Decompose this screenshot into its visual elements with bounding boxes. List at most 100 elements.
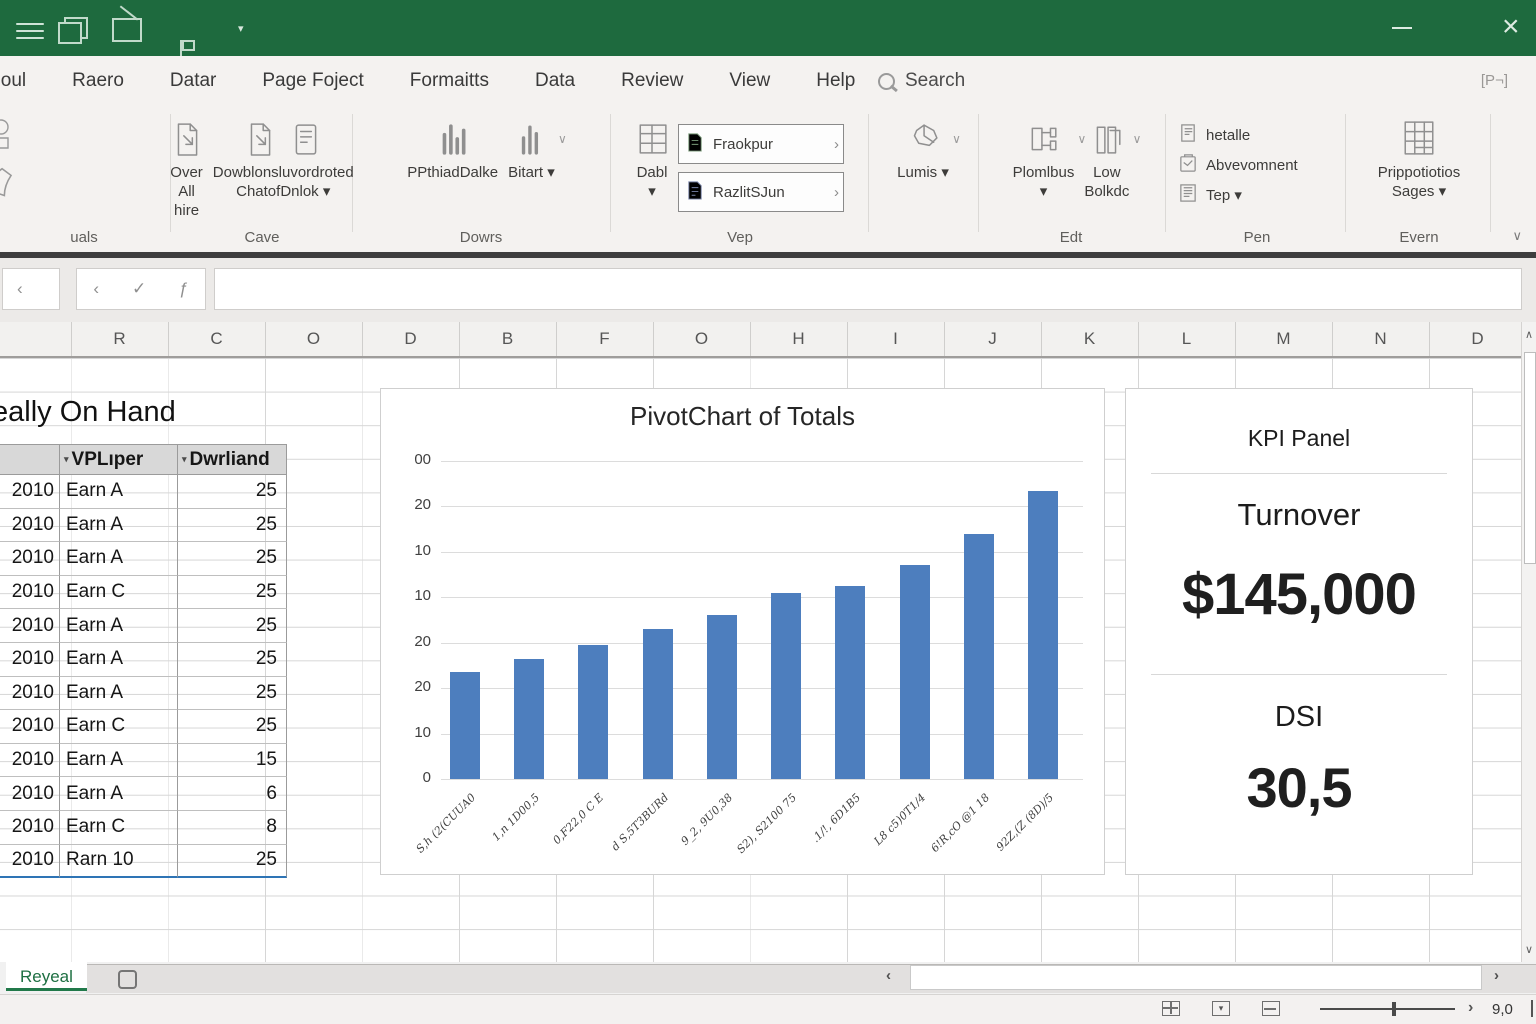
- menu-tab-view[interactable]: View: [729, 70, 770, 92]
- zoom-slider-handle[interactable]: [1392, 1002, 1396, 1016]
- vertical-scroll-thumb[interactable]: [1524, 352, 1536, 564]
- horizontal-scroll-track[interactable]: [910, 965, 1482, 990]
- column-header-N-13[interactable]: N: [1332, 322, 1429, 356]
- ribbon-box-razlitsjun[interactable]: RazlitSJun ›: [678, 172, 844, 212]
- column-header-L-11[interactable]: L: [1138, 322, 1235, 356]
- ribbon-button-tep[interactable]: Tep ▾: [1172, 180, 1242, 210]
- ribbon-button-dabl[interactable]: Dabl ▾: [636, 116, 668, 202]
- add-sheet-icon[interactable]: [118, 970, 137, 989]
- column-header-D-14[interactable]: D: [1429, 322, 1526, 356]
- menu-tab-formaitts[interactable]: Formaitts: [410, 70, 489, 92]
- table-cell[interactable]: Rarn 10: [60, 844, 178, 879]
- table-cell[interactable]: 2010: [0, 844, 60, 879]
- copy-icon[interactable]: [58, 17, 88, 44]
- kpi-panel[interactable]: KPI Panel Turnover $145,000 DSI 30,5: [1125, 388, 1473, 875]
- table-cell[interactable]: 25: [178, 609, 287, 643]
- scroll-left-icon[interactable]: ‹: [886, 967, 891, 984]
- table-cell[interactable]: 25: [178, 844, 287, 879]
- table-cell[interactable]: 25: [178, 642, 287, 677]
- menu-tab-dioul[interactable]: dioul: [0, 70, 26, 92]
- table-cell[interactable]: 15: [178, 743, 287, 778]
- ribbon-collapse-icon[interactable]: ∨: [1512, 228, 1522, 244]
- ribbon-button-abvevomnent[interactable]: Abvevomnent: [1172, 150, 1298, 180]
- table-cell[interactable]: 25: [178, 508, 287, 543]
- name-box[interactable]: ‹: [2, 268, 60, 310]
- menu-tab-help[interactable]: Help: [816, 70, 855, 92]
- column-header-F-5[interactable]: F: [556, 322, 653, 356]
- share-button[interactable]: [P¬]: [1481, 72, 1508, 89]
- table-cell[interactable]: 2010: [0, 710, 60, 744]
- sheet-tab-reyeal[interactable]: Reyeal: [6, 962, 87, 991]
- expand-icon[interactable]: ›: [834, 184, 839, 201]
- column-header-K-10[interactable]: K: [1041, 322, 1138, 356]
- table-cell[interactable]: 2010: [0, 676, 60, 711]
- ribbon-button-low-bolkdc[interactable]: Low Bolkdc ∨: [1084, 116, 1141, 202]
- table-cell[interactable]: Earn A: [60, 676, 178, 711]
- table-cell[interactable]: 2010: [0, 508, 60, 543]
- ribbon-button-bitart[interactable]: Bitart ▾ ∨: [508, 116, 567, 183]
- enter-icon[interactable]: ✓: [132, 269, 146, 309]
- table-cell[interactable]: 25: [178, 475, 287, 509]
- table-cell[interactable]: 6: [178, 777, 287, 811]
- table-cell[interactable]: 2010: [0, 475, 60, 509]
- filter-icon[interactable]: ▾: [182, 454, 187, 465]
- ribbon-button-pphiaddalke[interactable]: PPthiadDalke: [407, 116, 498, 183]
- expand-icon[interactable]: ›: [834, 136, 839, 153]
- minimize-button[interactable]: [1392, 17, 1412, 29]
- column-header-J-9[interactable]: J: [944, 322, 1041, 356]
- ribbon-button-lumis-btn[interactable]: Lumis ▾ ∨: [897, 116, 961, 183]
- column-header-O-6[interactable]: O: [653, 322, 750, 356]
- menu-tab-raero[interactable]: Raero: [72, 70, 124, 92]
- column-header-B-4[interactable]: B: [459, 322, 556, 356]
- zoom-level[interactable]: 9,0: [1492, 1001, 1513, 1018]
- ribbon-box-fraokpur[interactable]: Fraokpur ›: [678, 124, 844, 164]
- zoom-slider-track[interactable]: [1320, 1008, 1455, 1010]
- table-cell[interactable]: 25: [178, 575, 287, 610]
- table-cell[interactable]: Earn A: [60, 508, 178, 543]
- table-cell[interactable]: Earn C: [60, 575, 178, 610]
- scroll-down-icon[interactable]: ∨: [1522, 943, 1536, 956]
- ribbon-button-plomlbus[interactable]: Plomlbus ▾ ∨: [1013, 116, 1086, 202]
- pivot-table[interactable]: ▾ VPLıper ▾ Dwrliand 2010 Earn A 25 2010 Earn A2…: [0, 444, 287, 879]
- table-cell[interactable]: Earn C: [60, 710, 178, 744]
- close-button[interactable]: ×: [1502, 12, 1520, 42]
- menu-tab-data[interactable]: Data: [535, 70, 575, 92]
- table-cell[interactable]: Earn A: [60, 743, 178, 778]
- table-header-cell[interactable]: [0, 445, 60, 475]
- search-box[interactable]: Search: [878, 56, 965, 106]
- column-header-M-12[interactable]: M: [1235, 322, 1332, 356]
- table-cell[interactable]: Earn A: [60, 542, 178, 576]
- menu-tab-datar[interactable]: Datar: [170, 70, 216, 92]
- table-cell[interactable]: 25: [178, 710, 287, 744]
- table-cell[interactable]: 2010: [0, 810, 60, 845]
- table-cell[interactable]: 25: [178, 676, 287, 711]
- table-header-cell[interactable]: ▾ Dwrliand: [178, 445, 287, 475]
- cancel-icon[interactable]: ‹: [93, 269, 99, 309]
- scroll-right-icon[interactable]: ›: [1494, 967, 1499, 984]
- normal-view-icon[interactable]: [1162, 1001, 1180, 1016]
- ribbon-button-hetalle[interactable]: hetalle: [1172, 120, 1250, 150]
- column-header-O-2[interactable]: O: [265, 322, 362, 356]
- table-cell[interactable]: 2010: [0, 542, 60, 576]
- table-cell[interactable]: 8: [178, 810, 287, 845]
- table-cell[interactable]: 2010: [0, 642, 60, 677]
- table-cell[interactable]: Earn A: [60, 777, 178, 811]
- table-cell[interactable]: Earn A: [60, 642, 178, 677]
- column-header-R-0[interactable]: R: [71, 322, 168, 356]
- vertical-scrollbar[interactable]: ∧ ∨: [1521, 322, 1536, 962]
- table-cell[interactable]: 25: [178, 542, 287, 576]
- scroll-up-icon[interactable]: ∧: [1522, 328, 1536, 341]
- table-cell[interactable]: Earn C: [60, 810, 178, 845]
- pivot-chart[interactable]: PivotChart of Totals 00 20 10 10 20 20 10 0 S,h …: [380, 388, 1105, 875]
- column-header-H-7[interactable]: H: [750, 322, 847, 356]
- table-cell[interactable]: Earn A: [60, 475, 178, 509]
- table-cell[interactable]: 2010: [0, 575, 60, 610]
- hamburger-icon[interactable]: [16, 18, 44, 44]
- filter-icon[interactable]: ▾: [64, 454, 69, 465]
- formula-input[interactable]: [214, 268, 1522, 310]
- horizontal-scrollbar[interactable]: ‹ ›: [880, 965, 1530, 991]
- table-cell[interactable]: 2010: [0, 743, 60, 778]
- page-break-view-icon[interactable]: [1262, 1001, 1280, 1016]
- table-cell[interactable]: Earn A: [60, 609, 178, 643]
- ribbon-button-over-all-hire[interactable]: Over All hire: [170, 116, 203, 220]
